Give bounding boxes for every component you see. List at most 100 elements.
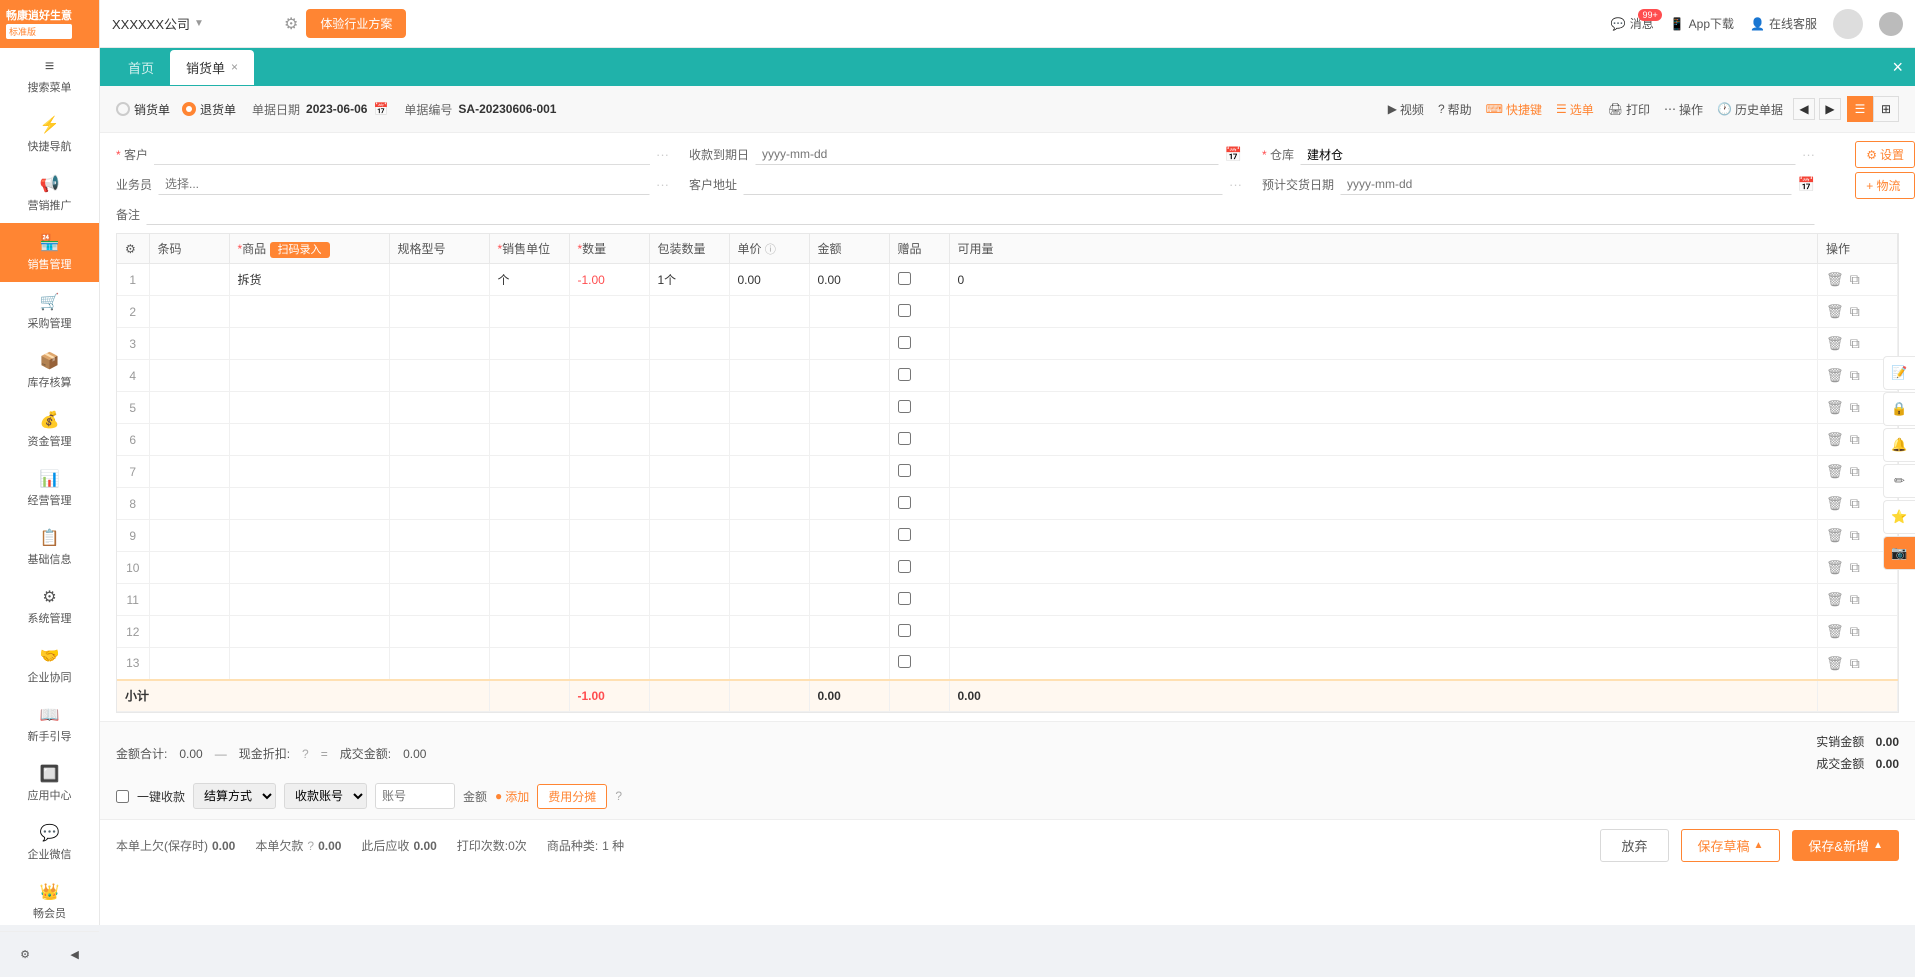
row-pkg-qty[interactable] (649, 456, 729, 488)
row-barcode[interactable] (149, 584, 229, 616)
copy-icon[interactable]: ⧉ (1850, 367, 1860, 384)
customer-input[interactable] (154, 144, 650, 165)
row-product[interactable] (229, 392, 389, 424)
tab-close-icon[interactable]: × (231, 60, 238, 74)
row-gift[interactable] (889, 328, 949, 360)
salesman-dots-icon[interactable]: ··· (656, 177, 669, 192)
row-product[interactable] (229, 648, 389, 680)
row-qty[interactable] (569, 488, 649, 520)
row-spec[interactable] (389, 360, 489, 392)
rfloat-edit-btn[interactable]: ✏ (1883, 464, 1915, 498)
list-view-btn[interactable]: ☰ (1847, 96, 1873, 122)
settings-btn[interactable]: ⚙ 设置 (1855, 141, 1915, 168)
sidebar-item-search[interactable]: ≡ 搜索菜单 (0, 48, 99, 105)
sidebar-item-finance[interactable]: 💰 资金管理 (0, 400, 99, 459)
row-gift[interactable] (889, 392, 949, 424)
row-pkg-qty[interactable] (649, 296, 729, 328)
row-gift[interactable] (889, 264, 949, 296)
notes-input[interactable] (146, 203, 1815, 225)
grid-view-btn[interactable]: ⊞ (1873, 96, 1899, 122)
copy-icon[interactable]: ⧉ (1850, 495, 1860, 512)
one-click-payment-checkbox[interactable] (116, 790, 129, 803)
row-qty[interactable] (569, 616, 649, 648)
add-payment-btn[interactable]: ● 添加 (495, 788, 529, 805)
row-amount[interactable] (809, 616, 889, 648)
row-gift[interactable] (889, 296, 949, 328)
row-product[interactable] (229, 584, 389, 616)
delete-icon[interactable]: 🗑 (1826, 271, 1844, 288)
print-btn[interactable]: 🖨 打印 (1604, 99, 1654, 120)
operate-btn[interactable]: ⋯ 操作 (1660, 99, 1707, 120)
sidebar-collapse-btn[interactable]: ◀ (64, 940, 84, 969)
delete-icon[interactable]: 🗑 (1826, 303, 1844, 320)
row-pkg-qty[interactable] (649, 616, 729, 648)
online-service-btn[interactable]: 👤 在线客服 (1750, 15, 1817, 32)
copy-icon[interactable]: ⧉ (1850, 463, 1860, 480)
row-unit[interactable] (489, 328, 569, 360)
select-btn[interactable]: ☰ 选单 (1552, 99, 1598, 120)
row-pkg-qty[interactable] (649, 552, 729, 584)
copy-icon[interactable]: ⧉ (1850, 399, 1860, 416)
copy-icon[interactable]: ⧉ (1850, 335, 1860, 352)
delete-icon[interactable]: 🗑 (1826, 655, 1844, 672)
video-btn[interactable]: ▶ 视频 (1384, 99, 1428, 120)
row-unit[interactable] (489, 616, 569, 648)
rfloat-camera-btn[interactable]: 📷 (1883, 536, 1915, 570)
row-pkg-qty[interactable] (649, 424, 729, 456)
row-product[interactable] (229, 456, 389, 488)
row-product[interactable]: 拆货 (229, 264, 389, 296)
row-amount[interactable] (809, 328, 889, 360)
row-price[interactable] (729, 648, 809, 680)
tab-sales-order[interactable]: 销货单 × (170, 50, 254, 85)
row-barcode[interactable] (149, 264, 229, 296)
row-barcode[interactable] (149, 552, 229, 584)
row-product[interactable] (229, 424, 389, 456)
row-product[interactable] (229, 488, 389, 520)
close-all-tabs-btn[interactable]: × (1892, 57, 1903, 78)
row-gift[interactable] (889, 488, 949, 520)
row-price[interactable] (729, 328, 809, 360)
row-unit[interactable] (489, 392, 569, 424)
row-price[interactable] (729, 488, 809, 520)
copy-icon[interactable]: ⧉ (1850, 591, 1860, 608)
trial-btn[interactable]: 体验行业方案 (306, 9, 406, 38)
sidebar-item-system[interactable]: ⚙ 系统管理 (0, 577, 99, 636)
row-pkg-qty[interactable] (649, 488, 729, 520)
row-qty[interactable] (569, 456, 649, 488)
row-barcode[interactable] (149, 456, 229, 488)
row-price[interactable] (729, 392, 809, 424)
row-barcode[interactable] (149, 616, 229, 648)
row-qty[interactable] (569, 648, 649, 680)
addr-dots-icon[interactable]: ··· (1229, 177, 1242, 192)
copy-icon[interactable]: ⧉ (1850, 431, 1860, 448)
row-spec[interactable] (389, 456, 489, 488)
account-number-input[interactable] (375, 783, 455, 809)
rfloat-note-btn[interactable]: 📝 (1883, 356, 1915, 390)
copy-icon[interactable]: ⧉ (1850, 527, 1860, 544)
sidebar-item-quick-nav[interactable]: ⚡ 快捷导航 (0, 105, 99, 164)
calendar-icon[interactable]: 📅 (373, 102, 388, 116)
expense-btn[interactable]: 费用分摊 (537, 784, 607, 809)
logistics-btn[interactable]: + 物流 (1855, 172, 1915, 199)
row-product[interactable] (229, 552, 389, 584)
row-price[interactable] (729, 296, 809, 328)
row-price[interactable] (729, 360, 809, 392)
row-gift[interactable] (889, 648, 949, 680)
delete-icon[interactable]: 🗑 (1826, 431, 1844, 448)
row-spec[interactable] (389, 616, 489, 648)
row-qty[interactable] (569, 584, 649, 616)
sidebar-item-purchase[interactable]: 🛒 采购管理 (0, 282, 99, 341)
row-qty[interactable] (569, 296, 649, 328)
row-product[interactable] (229, 616, 389, 648)
row-pkg-qty[interactable] (649, 584, 729, 616)
row-amount[interactable] (809, 296, 889, 328)
scan-btn[interactable]: 扫码录入 (270, 242, 330, 258)
row-unit[interactable] (489, 360, 569, 392)
app-download-btn[interactable]: 📱 App下载 (1670, 15, 1734, 32)
user-avatar2[interactable] (1879, 12, 1903, 36)
sidebar-settings-btn[interactable]: ⚙ (14, 940, 36, 969)
row-price[interactable] (729, 552, 809, 584)
row-amount[interactable] (809, 392, 889, 424)
row-barcode[interactable] (149, 328, 229, 360)
prev-page-btn[interactable]: ◀ (1793, 98, 1815, 120)
